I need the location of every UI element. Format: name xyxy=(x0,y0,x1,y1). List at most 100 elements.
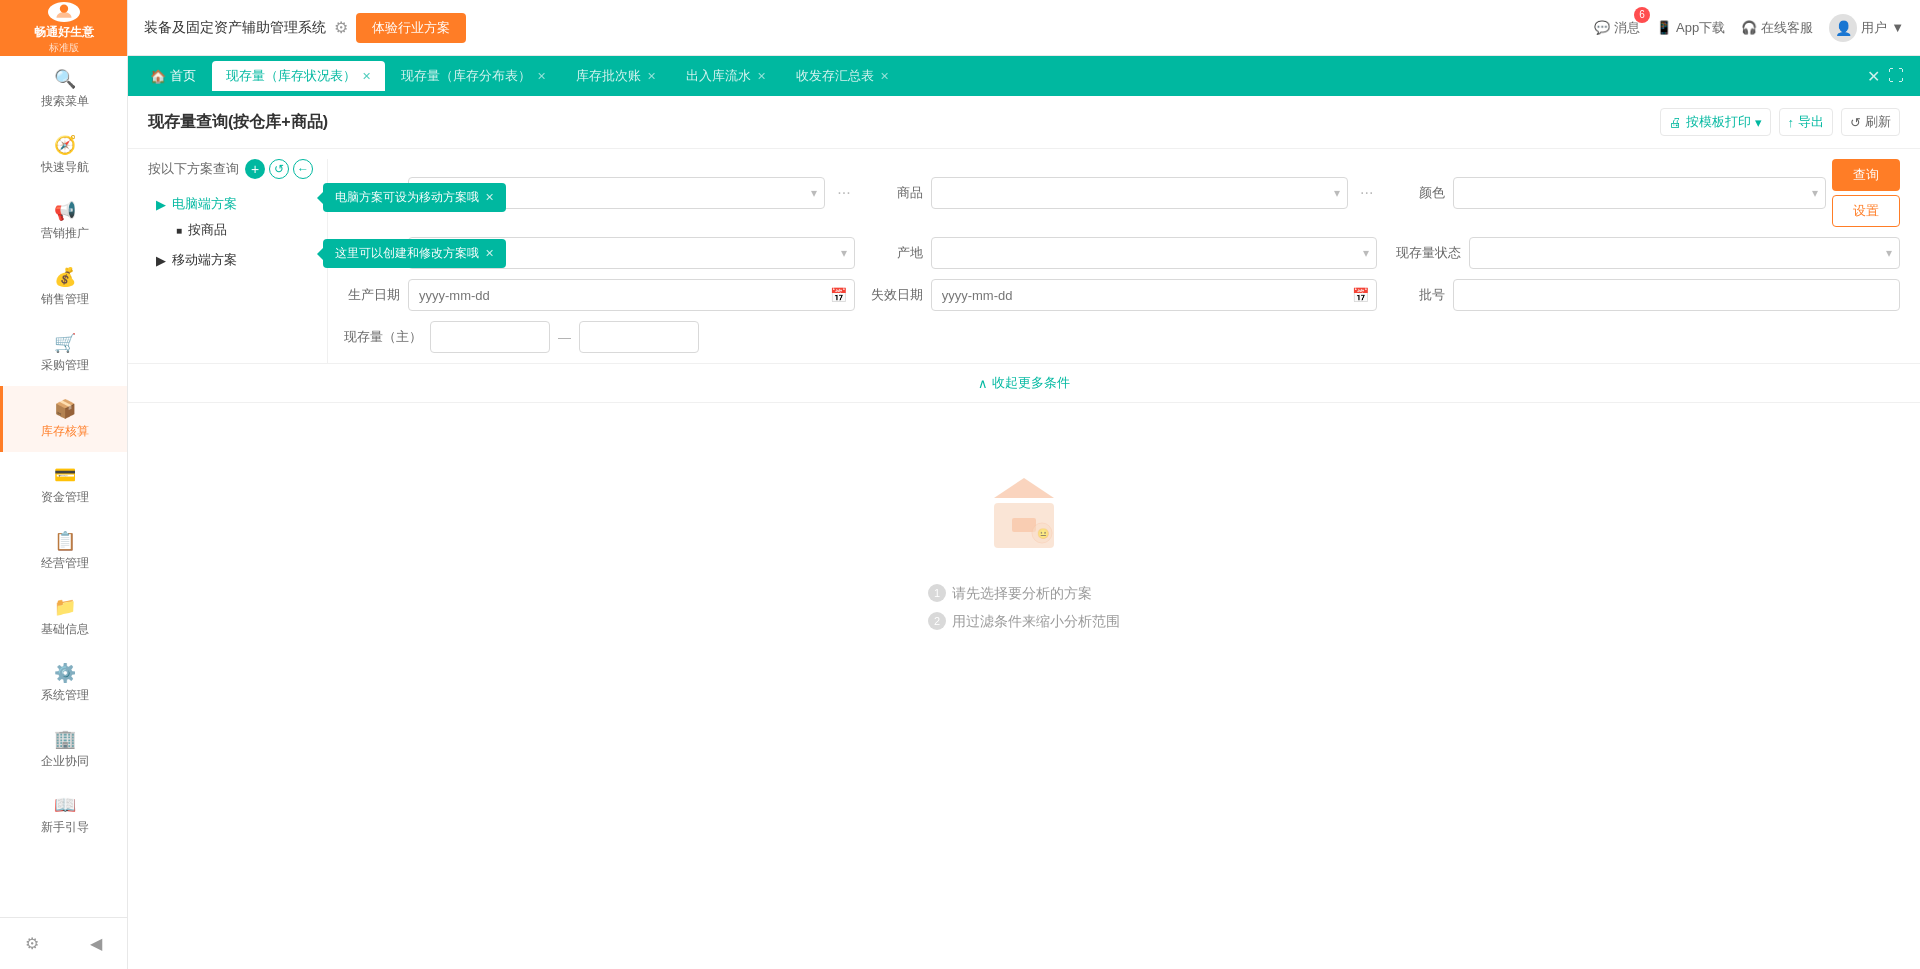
sidebar-item-label-finance: 资金管理 xyxy=(41,489,89,506)
export-icon: ↑ xyxy=(1788,115,1795,130)
tab-in-out-flow[interactable]: 出入库流水 ✕ xyxy=(672,61,780,91)
batch-input[interactable] xyxy=(1453,279,1900,311)
tab-close-batch-account[interactable]: ✕ xyxy=(647,70,656,83)
sales-icon: 💰 xyxy=(54,266,76,288)
home-icon: 🏠 xyxy=(150,69,166,84)
scheme-mobile[interactable]: ▶ 移动端方案 xyxy=(148,247,315,273)
app-download-btn[interactable]: 📱 App下载 xyxy=(1656,19,1725,37)
tab-inventory-status[interactable]: 现存量（库存状况表） ✕ xyxy=(212,61,385,91)
expiry-date-label: 失效日期 xyxy=(867,286,923,304)
tab-recv-summary[interactable]: 收发存汇总表 ✕ xyxy=(782,61,903,91)
empty-state: 😐 1 请先选择要分析的方案 2 用过滤条件来缩小分析范围 xyxy=(128,403,1920,695)
filter-label: 按以下方案查询 + ↺ ← xyxy=(148,159,315,179)
sidebar-item-basic[interactable]: 📁 基础信息 xyxy=(0,584,127,650)
filter-fields: 仓库 ▾ ··· 商品 ▾ xyxy=(328,159,1900,363)
logo: 畅通好生意 标准版 xyxy=(0,0,127,56)
sidebar-item-purchase[interactable]: 🛒 采购管理 xyxy=(0,320,127,386)
online-service-btn[interactable]: 🎧 在线客服 xyxy=(1741,19,1813,37)
maximize-btn[interactable]: ⛶ xyxy=(1888,67,1904,85)
close-all-btn[interactable]: ✕ xyxy=(1867,67,1880,86)
tab-close-inventory-status[interactable]: ✕ xyxy=(362,70,371,83)
prod-date-input[interactable] xyxy=(408,279,855,311)
filter-add-btn[interactable]: + xyxy=(245,159,265,179)
experience-btn[interactable]: 体验行业方案 xyxy=(356,13,466,43)
reset-btn[interactable]: 设置 xyxy=(1832,195,1900,227)
tooltip-create-close[interactable]: ✕ xyxy=(485,247,494,260)
empty-state-icon: 😐 xyxy=(974,463,1074,563)
expiry-date-input[interactable] xyxy=(931,279,1378,311)
purchase-icon: 🛒 xyxy=(54,332,76,354)
color-select[interactable] xyxy=(1453,177,1826,209)
tab-home[interactable]: 🏠 首页 xyxy=(136,61,210,91)
message-btn[interactable]: 💬 消息 6 xyxy=(1594,19,1640,37)
filter-item-batch: 批号 xyxy=(1389,279,1900,311)
stock-status-label: 现存量状态 xyxy=(1389,244,1461,262)
scheme-desktop-children: ■ 按商品 xyxy=(148,217,315,243)
sidebar-item-label-quick: 快速导航 xyxy=(41,159,89,176)
expiry-date-wrapper: 📅 xyxy=(931,279,1378,311)
sidebar-item-sales[interactable]: 💰 销售管理 xyxy=(0,254,127,320)
scheme-desktop[interactable]: ▶ 电脑端方案 xyxy=(148,191,315,217)
sidebar-item-label-basic: 基础信息 xyxy=(41,621,89,638)
message-badge: 6 xyxy=(1634,7,1650,23)
sidebar-item-system[interactable]: ⚙️ 系统管理 xyxy=(0,650,127,716)
warehouse-dots[interactable]: ··· xyxy=(833,184,854,202)
filter-refresh-btn[interactable]: ↺ xyxy=(269,159,289,179)
sidebar-item-guide[interactable]: 📖 新手引导 xyxy=(0,782,127,848)
refresh-btn[interactable]: ↺ 刷新 xyxy=(1841,108,1900,136)
filter-row-4: 现存量（主） — xyxy=(344,321,1900,363)
origin-select[interactable] xyxy=(931,237,1378,269)
tab-close-inventory-dist[interactable]: ✕ xyxy=(537,70,546,83)
stock-qty-min-input[interactable] xyxy=(430,321,550,353)
tooltip-scheme-close[interactable]: ✕ xyxy=(485,191,494,204)
scheme-by-goods[interactable]: ■ 按商品 xyxy=(168,217,315,243)
sidebar-item-inventory[interactable]: 📦 库存核算 xyxy=(0,386,127,452)
sidebar-collapse-btn[interactable]: ◀ xyxy=(82,930,110,957)
goods-dots[interactable]: ··· xyxy=(1356,184,1377,202)
refresh-icon: ↺ xyxy=(1850,115,1861,130)
stock-qty-max-input[interactable] xyxy=(579,321,699,353)
tab-close-recv-summary[interactable]: ✕ xyxy=(880,70,889,83)
sidebar-item-quick-nav[interactable]: 🧭 快速导航 xyxy=(0,122,127,188)
origin-label: 产地 xyxy=(867,244,923,262)
tooltip-scheme: 电脑方案可设为移动方案哦 ✕ xyxy=(323,183,506,212)
print-btn[interactable]: 🖨 按模板打印 ▾ xyxy=(1660,108,1771,136)
page-header-actions: 🖨 按模板打印 ▾ ↑ 导出 ↺ 刷新 xyxy=(1660,108,1901,136)
chevron-right-icon: ▶ xyxy=(156,197,166,212)
sidebar-item-operations[interactable]: 📋 经营管理 xyxy=(0,518,127,584)
phone-icon: 📱 xyxy=(1656,20,1672,35)
stock-qty-label: 现存量（主） xyxy=(344,328,422,346)
message-icon: 💬 xyxy=(1594,20,1610,35)
export-btn[interactable]: ↑ 导出 xyxy=(1779,108,1834,136)
stock-status-select[interactable] xyxy=(1469,237,1900,269)
print-label: 按模板打印 xyxy=(1686,113,1751,131)
goods-select[interactable] xyxy=(931,177,1348,209)
filter-row-2: 尺码 ▾ 产地 ▾ xyxy=(344,237,1900,269)
svg-marker-2 xyxy=(994,478,1054,498)
topbar-settings-icon[interactable]: ⚙ xyxy=(334,18,348,37)
expiry-date-cal-icon[interactable]: 📅 xyxy=(1352,287,1369,303)
sidebar-settings-btn[interactable]: ⚙ xyxy=(17,930,47,957)
filter-back-btn[interactable]: ← xyxy=(293,159,313,179)
collapse-btn[interactable]: ∧ 收起更多条件 xyxy=(128,363,1920,402)
sidebar-item-finance[interactable]: 💳 资金管理 xyxy=(0,452,127,518)
operations-icon: 📋 xyxy=(54,530,76,552)
sidebar-item-enterprise[interactable]: 🏢 企业协同 xyxy=(0,716,127,782)
sidebar-item-label-enterprise: 企业协同 xyxy=(41,753,89,770)
sidebar-item-search-menu[interactable]: 🔍 搜索菜单 xyxy=(0,56,127,122)
filter-row-1: 仓库 ▾ ··· 商品 ▾ xyxy=(344,159,1900,227)
sidebar-item-marketing[interactable]: 📢 营销推广 xyxy=(0,188,127,254)
filter-item-origin: 产地 ▾ xyxy=(867,237,1378,269)
prod-date-cal-icon[interactable]: 📅 xyxy=(830,287,847,303)
sidebar-item-label-system: 系统管理 xyxy=(41,687,89,704)
tab-close-in-out-flow[interactable]: ✕ xyxy=(757,70,766,83)
tab-batch-account[interactable]: 库存批次账 ✕ xyxy=(562,61,670,91)
step-2-text: 用过滤条件来缩小分析范围 xyxy=(952,607,1120,635)
search-btn[interactable]: 查询 xyxy=(1832,159,1900,191)
finance-icon: 💳 xyxy=(54,464,76,486)
scheme-tree: ▶ 电脑端方案 ■ 按商品 ▶ 移动端方案 xyxy=(148,187,315,281)
user-btn[interactable]: 👤 用户 ▼ xyxy=(1829,14,1904,42)
search-menu-icon: 🔍 xyxy=(54,68,76,90)
home-label: 首页 xyxy=(170,67,196,85)
tab-inventory-dist[interactable]: 现存量（库存分布表） ✕ xyxy=(387,61,560,91)
